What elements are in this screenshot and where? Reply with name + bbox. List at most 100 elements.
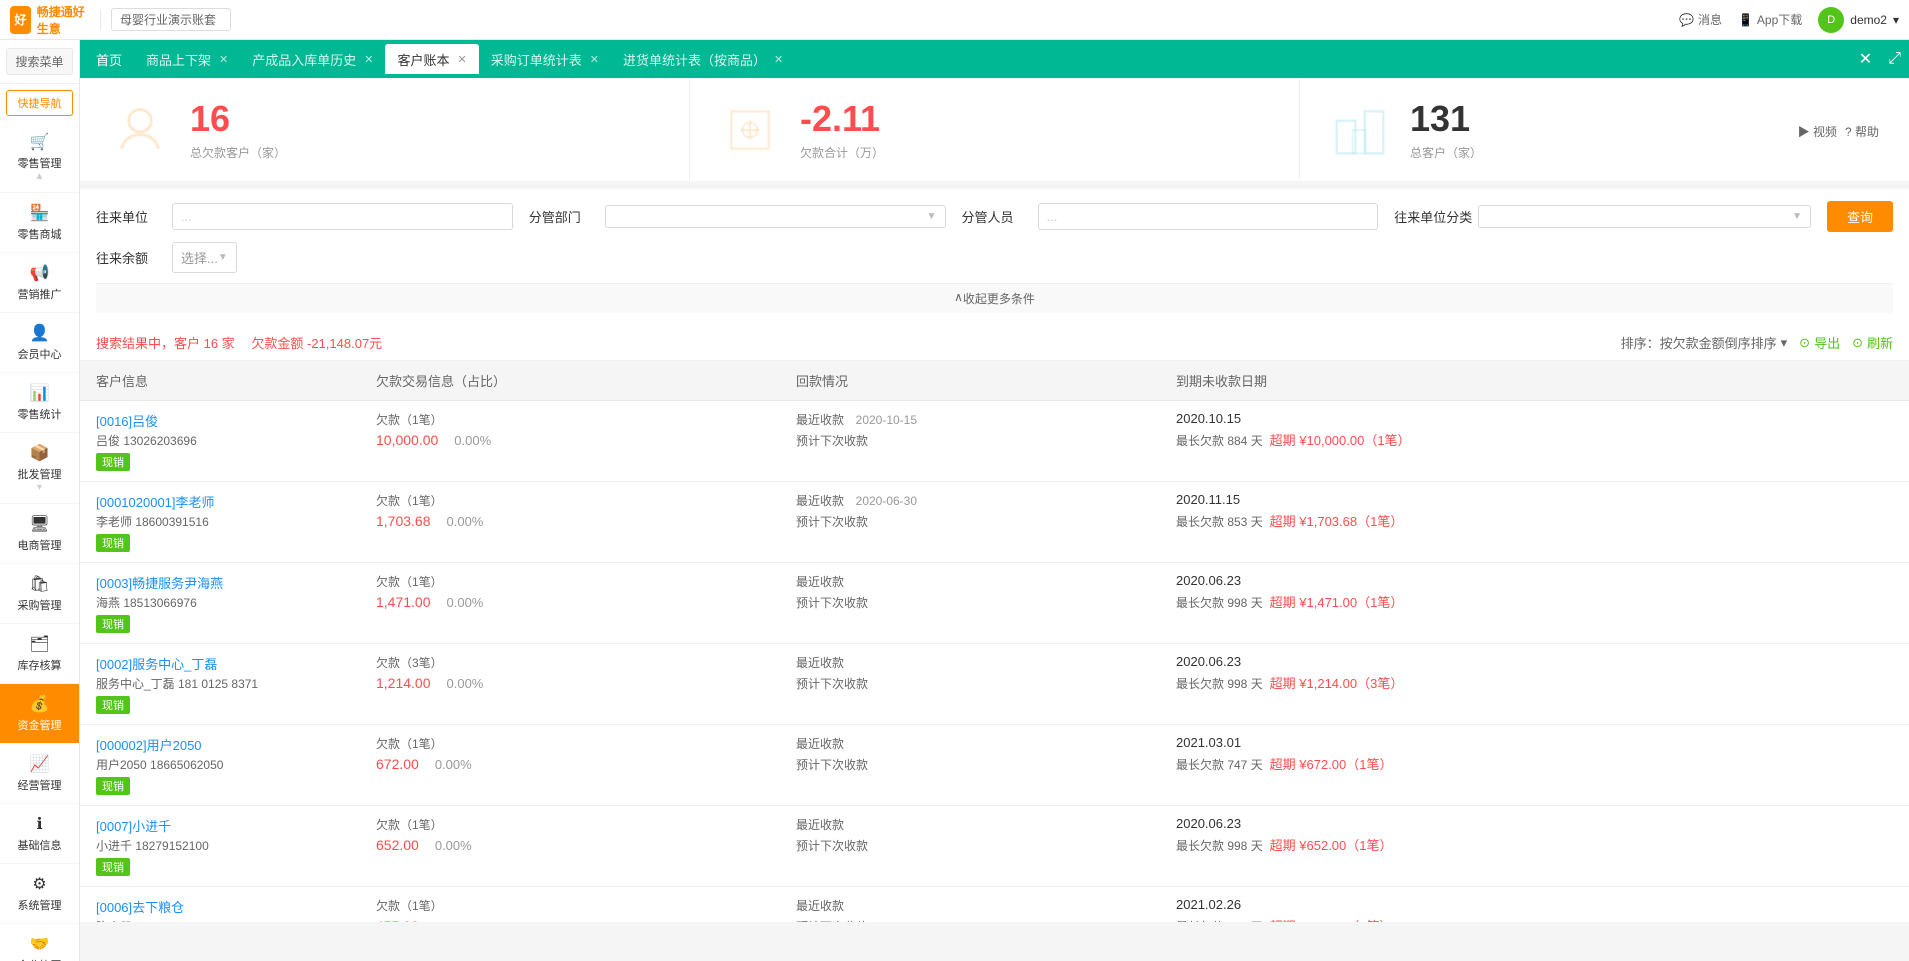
customer-cell-4: [000002]用户2050 用户2050 18665062050 现销 (80, 725, 360, 806)
tab-close-product-off[interactable]: ✕ (219, 53, 228, 66)
marketing-icon: 📢 (30, 263, 50, 283)
system-icon: ⚙ (32, 874, 46, 894)
tab-product-history[interactable]: 产成品入库单历史 ✕ (240, 44, 385, 74)
debt-amount-2[interactable]: 1,471.00 (376, 594, 431, 610)
debt-cell-3: 欠款（3笔） 1,214.00 0.00% (360, 644, 780, 725)
tab-close-customer-account[interactable]: ✕ (458, 53, 467, 66)
sidebar-nav: 🛒 零售管理 ▲ 🏪 零售商城 📢 营销推广 👤 会员中心 📊 (0, 122, 79, 961)
batch-mgmt-icon: 📦 (30, 443, 50, 463)
tab-bar: 首页 商品上下架 ✕ 产成品入库单历史 ✕ 客户账本 ✕ 采购订单统计表 ✕ (80, 40, 1909, 78)
customer-phone-3: 服务中心_丁磊 181 0125 8371 (96, 675, 344, 692)
message-btn[interactable]: 💬 消息 (1679, 11, 1722, 28)
overdue-amount-2[interactable]: 超期 ¥1,471.00（1笔） (1270, 595, 1404, 610)
filter-select-category[interactable]: ▼ (1478, 205, 1811, 228)
sidebar-item-inventory[interactable]: 🗂 库存核算 (0, 624, 79, 684)
avatar: D (1818, 7, 1844, 33)
debt-pct-0: 0.00% (454, 433, 491, 448)
filter-input-person[interactable]: ... (1038, 203, 1379, 230)
latest-collect-label-0: 最近收款 (796, 413, 844, 427)
tab-bar-expand[interactable]: ⤢ (1884, 48, 1905, 70)
sidebar-item-marketing[interactable]: 📢 营销推广 (0, 253, 79, 313)
logo-icon: 好 (10, 6, 31, 34)
corp-collab-icon: 🤝 (30, 934, 50, 954)
customer-name-0[interactable]: [0016]吕俊 (96, 414, 158, 429)
stat-icon-amount (720, 100, 780, 160)
customer-cell-2: [0003]畅捷服务尹海燕 海燕 18513066976 现销 (80, 563, 360, 644)
dept-dropdown-icon: ▼ (927, 211, 937, 222)
refresh-btn[interactable]: ⊙ 刷新 (1852, 333, 1893, 352)
sidebar-item-retail-mgmt[interactable]: 🛒 零售管理 ▲ (0, 122, 79, 193)
tab-bar-close-all[interactable]: ✕ (1855, 47, 1876, 71)
collapse-filters-btn[interactable]: ∧ 收起更多条件 (96, 283, 1893, 313)
quick-nav-btn[interactable]: 快捷导航 (6, 90, 73, 116)
overdue-cell-6: 2021.02.26 最长欠款 750 天 超期 ¥455.90（1笔） (1160, 887, 1909, 923)
retail-stats-icon: 📊 (30, 383, 50, 403)
customer-cell-3: [0002]服务中心_丁磊 服务中心_丁磊 181 0125 8371 现销 (80, 644, 360, 725)
customer-name-3[interactable]: [0002]服务中心_丁磊 (96, 657, 217, 672)
overdue-amount-3[interactable]: 超期 ¥1,214.00（3笔） (1270, 676, 1404, 691)
sidebar-item-retail-stats[interactable]: 📊 零售统计 (0, 373, 79, 433)
customer-name-5[interactable]: [0007]小进千 (96, 819, 171, 834)
tab-purchase-stats[interactable]: 进货单统计表（按商品） ✕ (611, 44, 795, 74)
sidebar-item-purchase[interactable]: 🛍 采购管理 (0, 564, 79, 624)
tab-close-purchase-order[interactable]: ✕ (590, 53, 599, 66)
tab-customer-account[interactable]: 客户账本 ✕ (385, 44, 478, 74)
sidebar-item-ecom[interactable]: 🖥 电商管理 (0, 504, 79, 564)
overdue-amount-6[interactable]: 超期 ¥455.90（1笔） (1270, 919, 1393, 922)
sidebar-item-basic[interactable]: ℹ 基础信息 (0, 804, 79, 864)
filter-select-dept[interactable]: ▼ (605, 205, 946, 228)
user-menu[interactable]: D demo2 ▾ (1818, 7, 1899, 33)
sidebar-item-batch-mgmt[interactable]: 📦 批发管理 ▾ (0, 433, 79, 504)
debt-cell-1: 欠款（1笔） 1,703.68 0.00% (360, 482, 780, 563)
filter-select-balance[interactable]: 选择... ▼ (172, 242, 237, 273)
debt-amount-5[interactable]: 652.00 (376, 837, 419, 853)
return-cell-1: 最近收款 2020-06-30 预计下次收款 (780, 482, 1160, 563)
sort-btn[interactable]: 排序：按欠款金额倒序排序 ▾ (1621, 333, 1788, 352)
customer-name-2[interactable]: [0003]畅捷服务尹海燕 (96, 576, 223, 591)
overdue-cell-1: 2020.11.15 最长欠款 853 天 超期 ¥1,703.68（1笔） (1160, 482, 1909, 563)
filter-field-dept: 分管部门 ▼ (529, 205, 946, 228)
customer-name-4[interactable]: [000002]用户2050 (96, 738, 202, 753)
sidebar-item-retail-mall[interactable]: 🏪 零售商城 (0, 193, 79, 253)
sidebar-item-member[interactable]: 👤 会员中心 (0, 313, 79, 373)
stat-number-total: 131 (1410, 98, 1482, 140)
customer-cell-0: [0016]吕俊 吕俊 13026203696 现销 (80, 401, 360, 482)
overdue-amount-0[interactable]: 超期 ¥10,000.00（1笔） (1270, 433, 1411, 448)
debt-amount-1[interactable]: 1,703.68 (376, 513, 431, 529)
export-btn[interactable]: ⊙ 导出 (1799, 333, 1840, 352)
sidebar-item-finance[interactable]: 💰 资金管理 (0, 684, 79, 744)
next-collect-label-0: 预计下次收款 (796, 434, 868, 448)
table-row: [0003]畅捷服务尹海燕 海燕 18513066976 现销 欠款（1笔） 1… (80, 563, 1909, 644)
debt-amount-6[interactable]: 455.90 (376, 918, 419, 922)
debt-label-2: 欠款（1笔） (376, 573, 764, 590)
help-btn[interactable]: ? 帮助 (1845, 123, 1879, 140)
customer-name-1[interactable]: [0001020001]李老师 (96, 495, 215, 510)
table-row: [0016]吕俊 吕俊 13026203696 现销 欠款（1笔） 10,000… (80, 401, 1909, 482)
app-download-btn[interactable]: 📱 App下载 (1738, 11, 1802, 28)
debt-pct-2: 0.00% (447, 595, 484, 610)
tab-product-off[interactable]: 商品上下架 ✕ (134, 44, 240, 74)
filter-input-unit[interactable]: ... (172, 203, 513, 230)
sidebar-item-corp-collab[interactable]: 🤝 企业协同 (0, 924, 79, 961)
tab-close-purchase-stats[interactable]: ✕ (774, 53, 783, 66)
debt-amount-3[interactable]: 1,214.00 (376, 675, 431, 691)
sidebar-item-system[interactable]: ⚙ 系统管理 (0, 864, 79, 924)
tab-purchase-order[interactable]: 采购订单统计表 ✕ (479, 44, 611, 74)
tab-close-product-history[interactable]: ✕ (364, 53, 373, 66)
overdue-amount-1[interactable]: 超期 ¥1,703.68（1笔） (1270, 514, 1404, 529)
video-btn[interactable]: ▶ 视频 (1798, 123, 1837, 140)
sidebar-search-area: 搜索菜单 (0, 40, 79, 84)
filter-field-balance: 往来余额 选择... ▼ (96, 242, 237, 273)
tab-home[interactable]: 首页 (84, 44, 134, 74)
max-overdue-days-5: 最长欠款 998 天 (1176, 839, 1266, 853)
result-tools: 排序：按欠款金额倒序排序 ▾ ⊙ 导出 ⊙ 刷新 (1621, 333, 1893, 352)
overdue-amount-4[interactable]: 超期 ¥672.00（1笔） (1270, 757, 1393, 772)
search-menu-btn[interactable]: 搜索菜单 (6, 48, 73, 75)
debt-amount-4[interactable]: 672.00 (376, 756, 419, 772)
sidebar-item-operations[interactable]: 📈 经营管理 (0, 744, 79, 804)
customer-name-6[interactable]: [0006]去下粮仓 (96, 900, 184, 915)
query-button[interactable]: 查询 (1827, 201, 1893, 232)
latest-collect-label-2: 最近收款 (796, 575, 844, 589)
overdue-amount-5[interactable]: 超期 ¥652.00（1笔） (1270, 838, 1393, 853)
debt-amount-0[interactable]: 10,000.00 (376, 432, 438, 448)
